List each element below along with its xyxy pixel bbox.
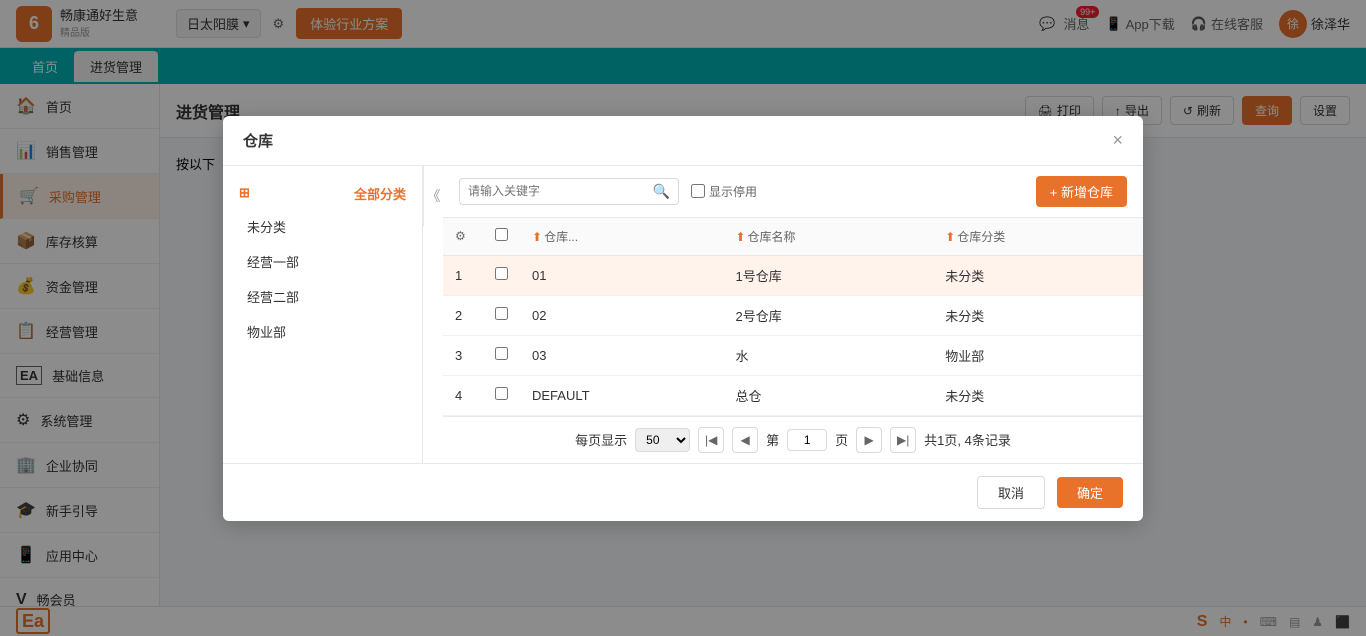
table-scroll: ⚙ ⬆仓库... ⬆仓库名称 bbox=[443, 218, 1143, 416]
show-disabled-label: 显示停用 bbox=[709, 183, 757, 200]
show-disabled-toggle: 显示停用 bbox=[691, 183, 757, 200]
table-toolbar: 🔍 显示停用 + 新增仓库 bbox=[443, 166, 1143, 218]
row-code: 01 bbox=[520, 255, 723, 295]
row-checkbox bbox=[483, 335, 520, 375]
row-name: 水 bbox=[723, 335, 933, 375]
table-row[interactable]: 3 03 水 物业部 bbox=[443, 335, 1143, 375]
modal-overlay: 仓库 × ⊞ 全部分类 未分类 经营一部 经营二部 物业部 《 bbox=[0, 0, 1366, 636]
row-category: 未分类 bbox=[933, 255, 1143, 295]
row-index: 3 bbox=[443, 335, 483, 375]
collapse-sidebar-btn[interactable]: 《 bbox=[423, 166, 443, 226]
page-number-input[interactable] bbox=[787, 429, 827, 451]
row-code: 03 bbox=[520, 335, 723, 375]
search-box: 🔍 bbox=[459, 178, 679, 205]
warehouse-table: ⚙ ⬆仓库... ⬆仓库名称 bbox=[443, 218, 1143, 416]
row-code: DEFAULT bbox=[520, 375, 723, 415]
th-code: ⬆仓库... bbox=[520, 218, 723, 256]
page-suffix: 页 bbox=[835, 430, 848, 449]
first-page-btn[interactable]: |◀ bbox=[698, 427, 724, 453]
cancel-button[interactable]: 取消 bbox=[977, 476, 1045, 509]
th-gear: ⚙ bbox=[443, 218, 483, 256]
row-checkbox bbox=[483, 255, 520, 295]
modal-body: ⊞ 全部分类 未分类 经营一部 经营二部 物业部 《 bbox=[223, 166, 1143, 463]
confirm-button[interactable]: 确定 bbox=[1057, 477, 1123, 508]
table-row[interactable]: 2 02 2号仓库 未分类 bbox=[443, 295, 1143, 335]
total-info: 共1页, 4条记录 bbox=[924, 430, 1011, 449]
category-sidebar: ⊞ 全部分类 未分类 经营一部 经营二部 物业部 bbox=[223, 166, 423, 463]
per-page-label: 每页显示 bbox=[575, 430, 627, 449]
next-page-btn[interactable]: ▶ bbox=[856, 427, 882, 453]
table-row[interactable]: 4 DEFAULT 总仓 未分类 bbox=[443, 375, 1143, 415]
gear-icon: ⚙ bbox=[455, 229, 466, 243]
modal-title: 仓库 bbox=[243, 130, 273, 151]
row-index: 2 bbox=[443, 295, 483, 335]
chevron-left-icon: 《 bbox=[427, 186, 441, 206]
warehouse-modal: 仓库 × ⊞ 全部分类 未分类 经营一部 经营二部 物业部 《 bbox=[223, 116, 1143, 521]
row-name: 总仓 bbox=[723, 375, 933, 415]
add-warehouse-btn[interactable]: + 新增仓库 bbox=[1036, 176, 1127, 207]
row-name: 2号仓库 bbox=[723, 295, 933, 335]
table-area: 🔍 显示停用 + 新增仓库 bbox=[443, 166, 1143, 463]
table-row[interactable]: 1 01 1号仓库 未分类 bbox=[443, 255, 1143, 295]
row-checkbox bbox=[483, 375, 520, 415]
last-page-btn[interactable]: ▶| bbox=[890, 427, 916, 453]
th-name: ⬆仓库名称 bbox=[723, 218, 933, 256]
category-item-property[interactable]: 物业部 bbox=[223, 314, 422, 349]
select-all-checkbox[interactable] bbox=[495, 228, 508, 241]
row-checkbox bbox=[483, 295, 520, 335]
th-category: ⬆仓库分类 bbox=[933, 218, 1143, 256]
modal-footer: 取消 确定 bbox=[223, 463, 1143, 521]
row-category: 未分类 bbox=[933, 375, 1143, 415]
search-icon[interactable]: 🔍 bbox=[653, 183, 670, 200]
category-item-unclassified[interactable]: 未分类 bbox=[223, 209, 422, 244]
category-item-ops2[interactable]: 经营二部 bbox=[223, 279, 422, 314]
category-item-ops1[interactable]: 经营一部 bbox=[223, 244, 422, 279]
all-categories-btn[interactable]: ⊞ 全部分类 bbox=[223, 178, 422, 209]
row-category: 未分类 bbox=[933, 295, 1143, 335]
per-page-select[interactable]: 50 10 20 100 bbox=[635, 428, 690, 452]
modal-header: 仓库 × bbox=[223, 116, 1143, 166]
pagination: 每页显示 50 10 20 100 |◀ ◀ 第 页 ▶ ▶| 共1页, 4条记… bbox=[443, 416, 1143, 463]
page-num-label: 第 bbox=[766, 430, 779, 449]
row-code: 02 bbox=[520, 295, 723, 335]
row-index: 1 bbox=[443, 255, 483, 295]
search-input[interactable] bbox=[468, 184, 653, 198]
show-disabled-checkbox[interactable] bbox=[691, 184, 705, 198]
th-checkbox bbox=[483, 218, 520, 256]
row-index: 4 bbox=[443, 375, 483, 415]
row-name: 1号仓库 bbox=[723, 255, 933, 295]
row-category: 物业部 bbox=[933, 335, 1143, 375]
prev-page-btn[interactable]: ◀ bbox=[732, 427, 758, 453]
modal-close-button[interactable]: × bbox=[1112, 130, 1123, 151]
